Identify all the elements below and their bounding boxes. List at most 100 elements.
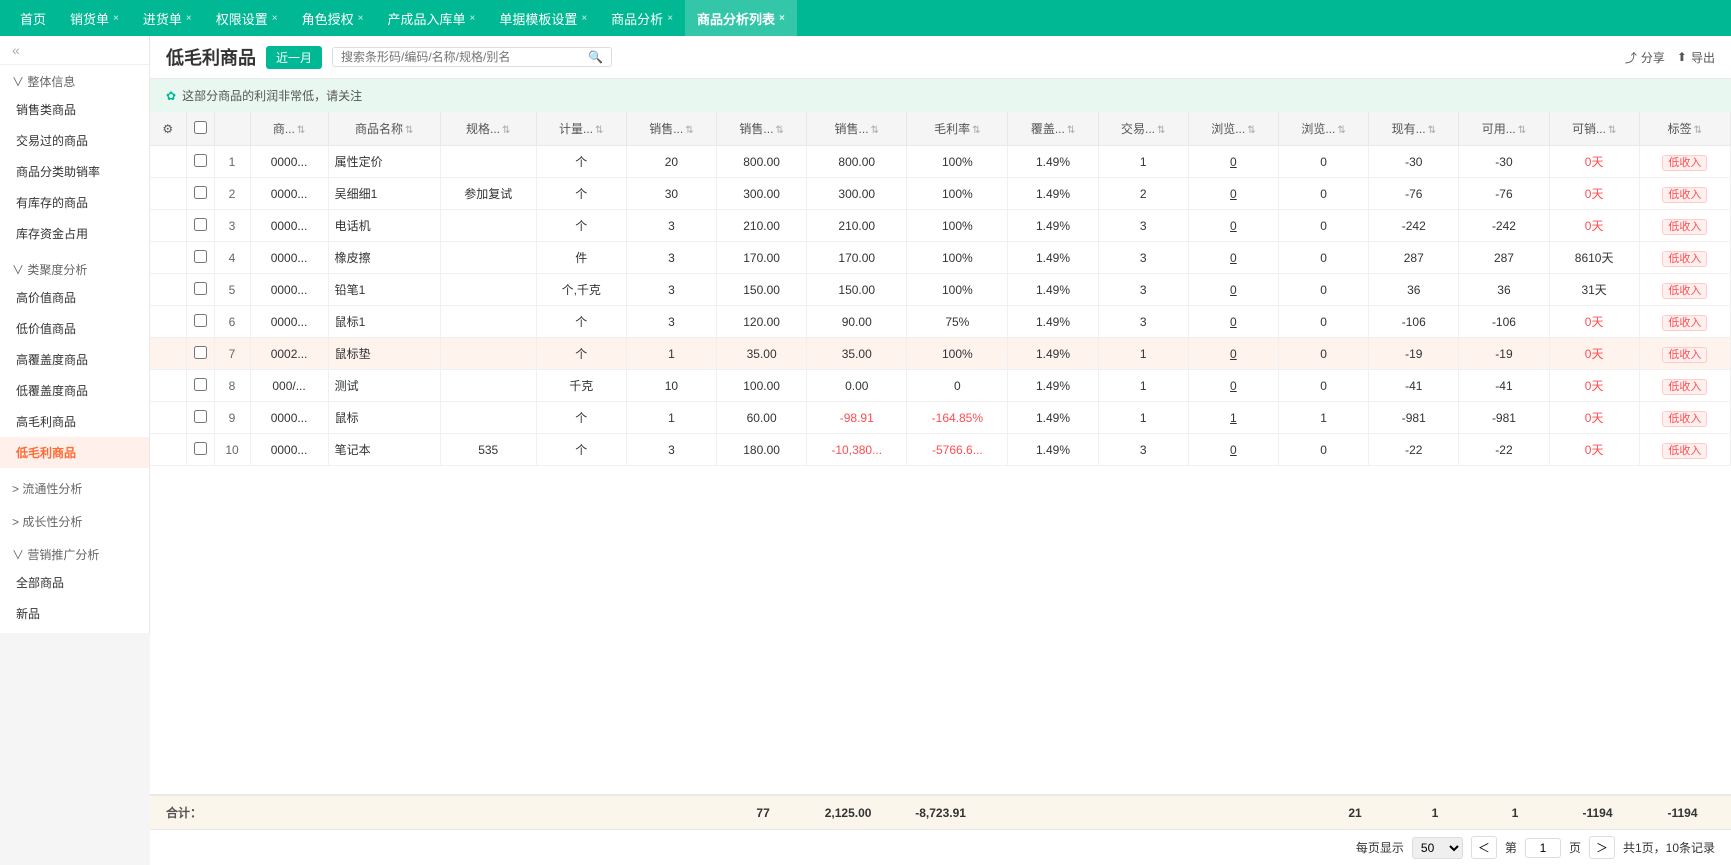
filter-recent-month-button[interactable]: 近一月 — [266, 46, 322, 69]
sidebar-item-high-coverage[interactable]: 高覆盖度商品 — [0, 344, 149, 375]
row-checkbox-2[interactable] — [186, 210, 214, 242]
row-unit-9: 个 — [536, 434, 626, 466]
per-page-label: 每页显示 — [1356, 839, 1404, 856]
col-saleable[interactable]: 可销...⇅ — [1549, 112, 1639, 146]
next-page-button[interactable]: ＞ — [1589, 836, 1615, 859]
row-checkbox-8[interactable] — [186, 402, 214, 434]
sidebar-item-low-value[interactable]: 低价值商品 — [0, 313, 149, 344]
row-coverage-5: 1.49% — [1008, 306, 1098, 338]
row-checkbox-1[interactable] — [186, 178, 214, 210]
col-gross-rate[interactable]: 毛利率⇅ — [907, 112, 1008, 146]
close-template-icon[interactable]: × — [581, 13, 587, 24]
close-purchase-icon[interactable]: × — [186, 13, 192, 24]
sidebar-item-capital[interactable]: 库存资金占用 — [0, 218, 149, 249]
footer-sales-amount: -8,723.91 — [903, 806, 978, 820]
close-role-auth-icon[interactable]: × — [358, 13, 364, 24]
col-tag[interactable]: 标签⇅ — [1639, 112, 1730, 146]
nav-permissions[interactable]: 权限设置 × — [204, 0, 290, 36]
row-checkbox-9[interactable] — [186, 434, 214, 466]
row-sales-amount-2: 210.00 — [807, 210, 907, 242]
col-current-stock[interactable]: 现有...⇅ — [1369, 112, 1459, 146]
nav-product-entry[interactable]: 产成品入库单 × — [375, 0, 487, 36]
row-browse1-4[interactable]: 0 — [1188, 274, 1278, 306]
close-analysis-list-icon[interactable]: × — [779, 13, 785, 24]
close-product-entry-icon[interactable]: × — [469, 13, 475, 24]
col-sales-price[interactable]: 销售...⇅ — [717, 112, 807, 146]
col-name[interactable]: 商品名称⇅ — [328, 112, 440, 146]
col-unit[interactable]: 计量...⇅ — [536, 112, 626, 146]
row-transaction-0: 1 — [1098, 146, 1188, 178]
col-sales-amount[interactable]: 销售...⇅ — [807, 112, 907, 146]
sidebar-group-marketing: ∨ 营销推广分析 全部商品 新品 — [0, 538, 149, 629]
row-sales-qty-4: 3 — [626, 274, 716, 306]
row-browse1-8[interactable]: 1 — [1188, 402, 1278, 434]
row-checkbox-5[interactable] — [186, 306, 214, 338]
export-button[interactable]: ⬆ 导出 — [1677, 49, 1715, 66]
row-checkbox-3[interactable] — [186, 242, 214, 274]
page-suffix-label: 页 — [1569, 839, 1581, 856]
row-unit-4: 个,千克 — [536, 274, 626, 306]
sidebar-item-high-profit[interactable]: 高毛利商品 — [0, 406, 149, 437]
nav-product-analysis-list[interactable]: 商品分析列表 × — [685, 0, 797, 36]
row-browse1-2[interactable]: 0 — [1188, 210, 1278, 242]
row-browse1-5[interactable]: 0 — [1188, 306, 1278, 338]
row-spec-9: 535 — [440, 434, 536, 466]
row-browse1-0[interactable]: 0 — [1188, 146, 1278, 178]
sidebar-item-traded[interactable]: 交易过的商品 — [0, 125, 149, 156]
col-transaction[interactable]: 交易...⇅ — [1098, 112, 1188, 146]
search-input[interactable] — [341, 50, 584, 64]
prev-page-button[interactable]: ＜ — [1471, 836, 1497, 859]
nav-purchase-order[interactable]: 进货单 × — [131, 0, 204, 36]
sidebar-group-circulation-title[interactable]: > 流通性分析 — [0, 472, 149, 501]
row-checkbox-4[interactable] — [186, 274, 214, 306]
sidebar-item-all-products[interactable]: 全部商品 — [0, 567, 149, 598]
col-browse2[interactable]: 浏览...⇅ — [1278, 112, 1368, 146]
row-browse1-6[interactable]: 0 — [1188, 338, 1278, 370]
col-available[interactable]: 可用...⇅ — [1459, 112, 1549, 146]
sidebar-group-growth-title[interactable]: > 成长性分析 — [0, 505, 149, 534]
sidebar-item-in-stock[interactable]: 有库存的商品 — [0, 187, 149, 218]
per-page-select[interactable]: 50 20 100 — [1412, 837, 1463, 859]
row-browse1-9[interactable]: 0 — [1188, 434, 1278, 466]
page-number-input[interactable] — [1525, 838, 1561, 858]
sidebar-item-new-products[interactable]: 新品 — [0, 598, 149, 629]
row-transaction-3: 3 — [1098, 242, 1188, 274]
sidebar-item-low-coverage[interactable]: 低覆盖度商品 — [0, 375, 149, 406]
sidebar-group-marketing-title[interactable]: ∨ 营销推广分析 — [0, 538, 149, 567]
nav-product-analysis[interactable]: 商品分析 × — [599, 0, 685, 36]
nav-role-auth[interactable]: 角色授权 × — [290, 0, 376, 36]
close-sales-order-icon[interactable]: × — [113, 13, 119, 24]
row-checkbox-0[interactable] — [186, 146, 214, 178]
col-settings[interactable]: ⚙ — [150, 112, 186, 146]
row-checkbox-7[interactable] — [186, 370, 214, 402]
col-browse1[interactable]: 浏览...⇅ — [1188, 112, 1278, 146]
row-sales-amount-7: 0.00 — [807, 370, 907, 402]
row-sales-price-5: 120.00 — [717, 306, 807, 338]
search-icon[interactable]: 🔍 — [588, 50, 603, 64]
share-button[interactable]: ⤴ 分享 — [1625, 49, 1665, 66]
nav-template-settings[interactable]: 单据模板设置 × — [487, 0, 599, 36]
table-container[interactable]: ⚙ 商...⇅ 商品名称⇅ 规格...⇅ 计量...⇅ 销售...⇅ 销售...… — [150, 112, 1731, 794]
sidebar-item-category-rate[interactable]: 商品分类助销率 — [0, 156, 149, 187]
col-code[interactable]: 商...⇅ — [250, 112, 328, 146]
col-sales-qty[interactable]: 销售...⇅ — [626, 112, 716, 146]
sidebar-group-cluster-title[interactable]: ∨ 类聚度分析 — [0, 253, 149, 282]
sidebar-item-low-profit[interactable]: 低毛利商品 — [0, 437, 149, 468]
nav-home[interactable]: 首页 — [8, 0, 58, 36]
col-coverage[interactable]: 覆盖...⇅ — [1008, 112, 1098, 146]
close-permissions-icon[interactable]: × — [272, 13, 278, 24]
row-browse1-7[interactable]: 0 — [1188, 370, 1278, 402]
sidebar-item-high-value[interactable]: 高价值商品 — [0, 282, 149, 313]
col-spec[interactable]: 规格...⇅ — [440, 112, 536, 146]
nav-sales-order[interactable]: 销货单 × — [58, 0, 131, 36]
sidebar-item-sales-category[interactable]: 销售类商品 — [0, 94, 149, 125]
row-sales-price-4: 150.00 — [717, 274, 807, 306]
close-product-analysis-icon[interactable]: × — [667, 13, 673, 24]
row-checkbox-6[interactable] — [186, 338, 214, 370]
row-coverage-1: 1.49% — [1008, 178, 1098, 210]
row-browse1-1[interactable]: 0 — [1188, 178, 1278, 210]
row-browse1-3[interactable]: 0 — [1188, 242, 1278, 274]
select-all-checkbox[interactable] — [194, 121, 207, 134]
sidebar-collapse-icon[interactable]: « — [12, 42, 20, 58]
sidebar-group-overall-title[interactable]: ∨ 整体信息 — [0, 65, 149, 94]
